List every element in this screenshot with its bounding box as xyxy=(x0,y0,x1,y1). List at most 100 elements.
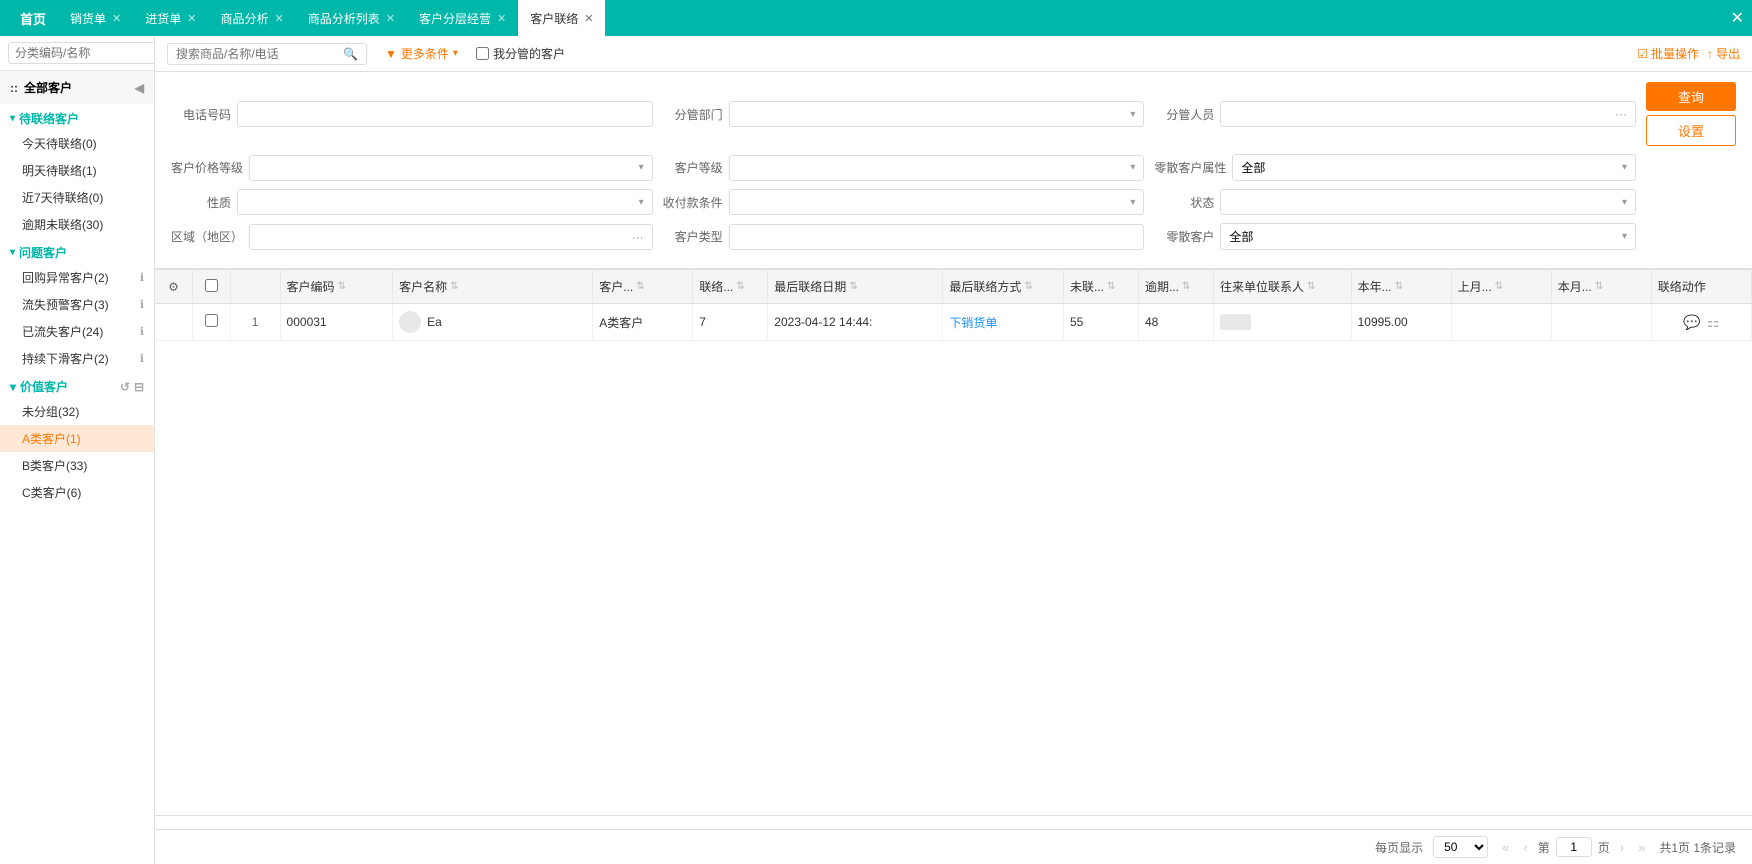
col-header-uncontact[interactable]: 未联... ⇅ xyxy=(1063,270,1138,304)
my-customers-checkbox[interactable] xyxy=(476,47,489,60)
filter-search-input[interactable] xyxy=(176,47,337,61)
col-header-type[interactable]: 客户... ⇅ xyxy=(593,270,693,304)
sidebar-collapse-icon[interactable]: ◀ xyxy=(135,81,144,95)
page-prev-btn[interactable]: ‹ xyxy=(1519,839,1531,856)
col-header-date[interactable]: 最后联络日期 ⇅ xyxy=(768,270,943,304)
value-settings-icon[interactable]: ⊟ xyxy=(134,380,144,394)
select-all-checkbox[interactable] xyxy=(205,279,218,292)
sidebar-item-c-class[interactable]: C类客户(6) xyxy=(0,479,154,506)
filter-search-icon[interactable]: 🔍 xyxy=(343,47,358,61)
row-code-cell[interactable]: 000031 xyxy=(280,304,393,341)
close-tab-analysislist[interactable]: ✕ xyxy=(386,12,395,25)
name-sort-icon[interactable]: ⇅ xyxy=(450,281,458,292)
page-last-btn[interactable]: » xyxy=(1634,839,1649,856)
sidebar-item-a-class[interactable]: A类客户(1) xyxy=(0,425,154,452)
sidebar-item-overdue[interactable]: 逾期未联络(30) xyxy=(0,211,154,238)
col-header-contact[interactable]: 联络... ⇅ xyxy=(693,270,768,304)
page-first-btn[interactable]: « xyxy=(1498,839,1513,856)
col-header-lastmonth[interactable]: 上月... ⇅ xyxy=(1451,270,1551,304)
my-customers-check[interactable]: 我分管的客户 xyxy=(476,45,565,62)
horizontal-scrollbar[interactable] xyxy=(155,815,1752,829)
phone-input[interactable] xyxy=(237,101,653,127)
nav-tab-customercontact[interactable]: 客户联络 ✕ xyxy=(518,0,605,36)
close-tab-salesorder[interactable]: ✕ xyxy=(112,12,121,25)
prev-sort-icon[interactable]: ⇅ xyxy=(1307,281,1315,292)
row-checkbox[interactable] xyxy=(205,314,218,327)
sidebar-item-b-class[interactable]: B类客户(33) xyxy=(0,452,154,479)
sidebar-group-value[interactable]: ▾ 价值客户 ↺ ⊟ xyxy=(0,372,154,398)
year-sort-icon[interactable]: ⇅ xyxy=(1395,281,1403,292)
sidebar-group-pending[interactable]: ▾ 待联络客户 xyxy=(0,104,154,130)
status-select[interactable]: ▾ xyxy=(1220,189,1636,215)
sidebar-item-ungrouped[interactable]: 未分组(32) xyxy=(0,398,154,425)
settings-button[interactable]: 设置 xyxy=(1646,115,1736,146)
nav-tab-analysislist[interactable]: 商品分析列表 ✕ xyxy=(296,0,407,36)
export-btn[interactable]: ↑ 导出 xyxy=(1707,45,1740,62)
row-comment-icon[interactable]: 💬 xyxy=(1683,314,1700,331)
sidebar-item-7days[interactable]: 近7天待联络(0) xyxy=(0,184,154,211)
method-sort-icon[interactable]: ⇅ xyxy=(1024,281,1032,292)
page-input[interactable] xyxy=(1556,837,1592,857)
scatter-select[interactable]: 全部 ▾ xyxy=(1220,223,1636,250)
col-header-year[interactable]: 本年... ⇅ xyxy=(1351,270,1451,304)
thismonth-sort-icon[interactable]: ⇅ xyxy=(1595,281,1603,292)
code-sort-icon[interactable]: ⇅ xyxy=(338,281,346,292)
payment-select[interactable]: ▾ xyxy=(729,189,1145,215)
customer-type-select[interactable] xyxy=(729,224,1145,250)
row-link-icon[interactable]: ⚏ xyxy=(1707,314,1720,331)
sidebar-item-repurchase-abnormal[interactable]: 回购异常客户(2) ℹ xyxy=(0,264,154,291)
lastmonth-col-label: 上月... xyxy=(1458,278,1492,295)
close-tab-analysis[interactable]: ✕ xyxy=(275,12,284,25)
close-tab-customercontact[interactable]: ✕ xyxy=(584,12,593,25)
lastmonth-sort-icon[interactable]: ⇅ xyxy=(1495,281,1503,292)
col-header-name[interactable]: 客户名称 ⇅ xyxy=(393,270,593,304)
group-pending-label: 待联络客户 xyxy=(19,110,79,127)
sidebar-item-declining[interactable]: 持续下滑客户(2) ℹ xyxy=(0,345,154,372)
region-select[interactable]: ··· xyxy=(249,224,653,250)
sidebar-item-tomorrow[interactable]: 明天待联络(1) xyxy=(0,157,154,184)
type-sort-icon[interactable]: ⇅ xyxy=(636,281,644,292)
row-method-cell[interactable]: 下销货单 xyxy=(943,304,1064,341)
col-header-code[interactable]: 客户编码 ⇅ xyxy=(280,270,393,304)
more-conditions-btn[interactable]: ▼ 更多条件 ▾ xyxy=(377,42,466,65)
sidebar-search-input[interactable] xyxy=(8,42,155,64)
page-next-btn[interactable]: › xyxy=(1616,839,1628,856)
date-sort-icon[interactable]: ⇅ xyxy=(849,281,857,292)
sidebar-item-churned[interactable]: 已流失客户(24) ℹ xyxy=(0,318,154,345)
sidebar-item-churn-warning[interactable]: 流失预警客户(3) ℹ xyxy=(0,291,154,318)
row-method[interactable]: 下销货单 xyxy=(949,316,997,330)
col-header-method[interactable]: 最后联络方式 ⇅ xyxy=(943,270,1064,304)
close-all-tabs[interactable]: ✕ xyxy=(1731,8,1744,28)
sidebar-group-problem[interactable]: ▾ 问题客户 xyxy=(0,238,154,264)
nav-tab-customerlayer[interactable]: 客户分层经营 ✕ xyxy=(407,0,518,36)
sidebar-item-today[interactable]: 今天待联络(0) xyxy=(0,130,154,157)
region-label: 区域（地区） xyxy=(171,228,243,245)
contact-sort-icon[interactable]: ⇅ xyxy=(736,281,744,292)
close-tab-customerlayer[interactable]: ✕ xyxy=(497,12,506,25)
nav-tab-purchaseorder[interactable]: 进货单 ✕ xyxy=(133,0,208,36)
value-refresh-icon[interactable]: ↺ xyxy=(120,380,130,394)
col-header-gear[interactable]: ⚙ xyxy=(155,270,193,304)
close-tab-purchase[interactable]: ✕ xyxy=(187,12,196,25)
gear-icon[interactable]: ⚙ xyxy=(168,280,179,294)
uncontact-sort-icon[interactable]: ⇅ xyxy=(1107,281,1115,292)
col-header-prev[interactable]: 往来单位联系人 ⇅ xyxy=(1214,270,1352,304)
main-layout: 🔍 :: 全部客户 ◀ ▾ 待联络客户 今天待联络(0) 明天待联络(1) 近7… xyxy=(0,36,1752,864)
batch-ops-btn[interactable]: ☑ 批量操作 xyxy=(1637,45,1699,62)
col-header-thismonth[interactable]: 本月... ⇅ xyxy=(1551,270,1651,304)
nav-home[interactable]: 首页 xyxy=(8,0,58,36)
nav-tab-productanalysis[interactable]: 商品分析 ✕ xyxy=(208,0,295,36)
query-button[interactable]: 查询 xyxy=(1646,82,1736,111)
nav-tab-salesorder[interactable]: 销货单 ✕ xyxy=(58,0,133,36)
customer-grade-select[interactable]: ▾ xyxy=(729,155,1145,181)
manager-select[interactable]: ··· xyxy=(1220,101,1636,127)
nature-select[interactable]: ▾ xyxy=(237,189,653,215)
scatter-attr-select[interactable]: 全部 ▾ xyxy=(1232,154,1636,181)
col-header-overdue[interactable]: 逾期... ⇅ xyxy=(1139,270,1214,304)
dept-select[interactable]: ▾ xyxy=(729,101,1145,127)
price-grade-select[interactable]: ▾ xyxy=(249,155,653,181)
table-row: 1 000031 Ea A类客户 xyxy=(155,304,1752,341)
row-name-cell[interactable]: Ea xyxy=(393,304,593,341)
page-size-select[interactable]: 50 100 200 xyxy=(1433,836,1488,858)
overdue-sort-icon[interactable]: ⇅ xyxy=(1182,281,1190,292)
